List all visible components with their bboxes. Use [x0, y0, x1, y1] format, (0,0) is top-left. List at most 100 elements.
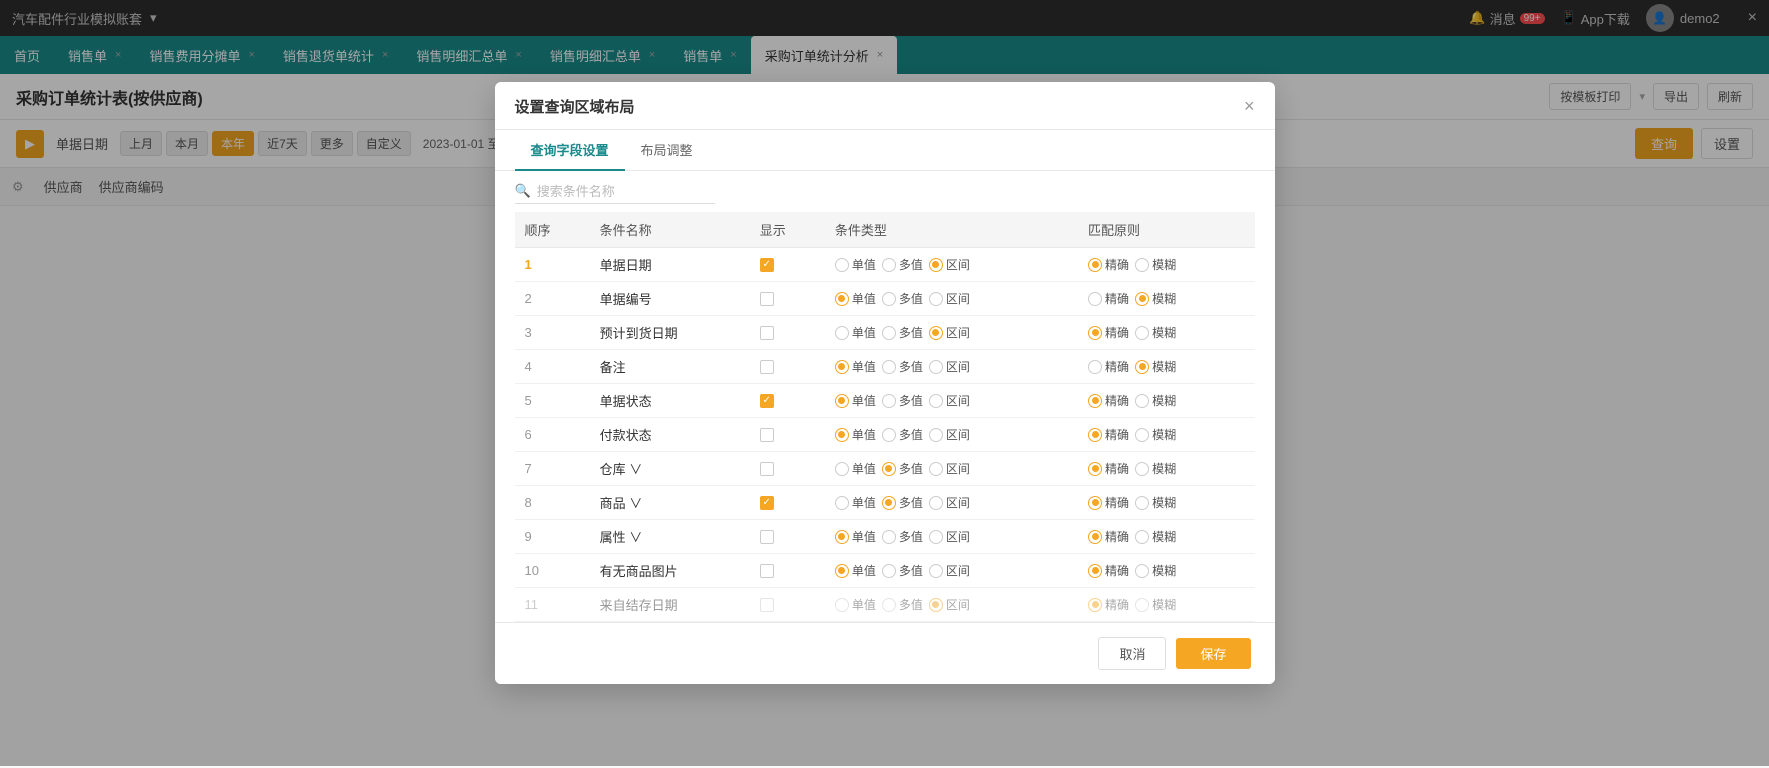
- match-option-0[interactable]: 精确: [1088, 562, 1129, 579]
- show-checkbox[interactable]: [760, 292, 774, 306]
- match-option-1[interactable]: 模糊: [1135, 528, 1176, 545]
- table-row: 5单据状态单值多值区间精确模糊: [515, 384, 1255, 418]
- modal-tab-layout[interactable]: 布局调整: [625, 130, 709, 171]
- type-option-1[interactable]: 多值: [882, 596, 923, 613]
- match-option-1[interactable]: 模糊: [1135, 562, 1176, 579]
- match-option-0[interactable]: 精确: [1088, 596, 1129, 613]
- show-checkbox[interactable]: [760, 326, 774, 340]
- type-option-1[interactable]: 多值: [882, 256, 923, 273]
- search-input[interactable]: [537, 184, 697, 199]
- save-button[interactable]: 保存: [1176, 638, 1250, 669]
- row-match: 精确模糊: [1078, 384, 1254, 418]
- row-type: 单值多值区间: [825, 520, 1078, 554]
- match-option-1[interactable]: 模糊: [1135, 290, 1176, 307]
- type-option-2[interactable]: 区间: [929, 596, 970, 613]
- row-show[interactable]: [750, 452, 825, 486]
- row-show[interactable]: [750, 350, 825, 384]
- type-option-1[interactable]: 多值: [882, 562, 923, 579]
- show-checkbox[interactable]: [760, 360, 774, 374]
- show-checkbox[interactable]: [760, 564, 774, 578]
- row-show[interactable]: [750, 486, 825, 520]
- type-option-2[interactable]: 区间: [929, 290, 970, 307]
- type-option-0[interactable]: 单值: [835, 494, 876, 511]
- row-show[interactable]: [750, 520, 825, 554]
- type-option-2[interactable]: 区间: [929, 324, 970, 341]
- type-option-2[interactable]: 区间: [929, 392, 970, 409]
- match-option-1[interactable]: 模糊: [1135, 358, 1176, 375]
- show-checkbox[interactable]: [760, 428, 774, 442]
- row-show[interactable]: [750, 282, 825, 316]
- show-checkbox[interactable]: [760, 462, 774, 476]
- show-checkbox[interactable]: [760, 394, 774, 408]
- match-option-0[interactable]: 精确: [1088, 358, 1129, 375]
- row-show[interactable]: [750, 554, 825, 588]
- type-option-1[interactable]: 多值: [882, 494, 923, 511]
- type-option-0[interactable]: 单值: [835, 392, 876, 409]
- type-option-2[interactable]: 区间: [929, 562, 970, 579]
- row-order: 1: [515, 248, 590, 282]
- type-option-0[interactable]: 单值: [835, 256, 876, 273]
- row-type: 单值多值区间: [825, 350, 1078, 384]
- match-option-1[interactable]: 模糊: [1135, 460, 1176, 477]
- type-option-0[interactable]: 单值: [835, 460, 876, 477]
- modal-tab-query-fields[interactable]: 查询字段设置: [515, 130, 625, 171]
- type-option-1[interactable]: 多值: [882, 426, 923, 443]
- match-option-0[interactable]: 精确: [1088, 256, 1129, 273]
- type-option-2[interactable]: 区间: [929, 460, 970, 477]
- row-order: 7: [515, 452, 590, 486]
- col-order: 顺序: [515, 212, 590, 248]
- type-option-0[interactable]: 单值: [835, 290, 876, 307]
- match-option-0[interactable]: 精确: [1088, 460, 1129, 477]
- row-show[interactable]: [750, 384, 825, 418]
- type-option-1[interactable]: 多值: [882, 460, 923, 477]
- search-icon: 🔍: [515, 183, 531, 199]
- show-checkbox[interactable]: [760, 496, 774, 510]
- match-option-1[interactable]: 模糊: [1135, 324, 1176, 341]
- row-show[interactable]: [750, 588, 825, 622]
- match-option-0[interactable]: 精确: [1088, 324, 1129, 341]
- table-row: 8商品 ∨单值多值区间精确模糊: [515, 486, 1255, 520]
- modal-overlay: 设置查询区域布局 × 查询字段设置 布局调整 🔍 顺序 条件名称 显示: [0, 0, 1769, 766]
- row-show[interactable]: [750, 418, 825, 452]
- match-option-0[interactable]: 精确: [1088, 426, 1129, 443]
- table-row: 7仓库 ∨单值多值区间精确模糊: [515, 452, 1255, 486]
- type-option-0[interactable]: 单值: [835, 528, 876, 545]
- type-option-0[interactable]: 单值: [835, 324, 876, 341]
- match-option-0[interactable]: 精确: [1088, 290, 1129, 307]
- type-option-0[interactable]: 单值: [835, 562, 876, 579]
- type-option-2[interactable]: 区间: [929, 358, 970, 375]
- type-option-0[interactable]: 单值: [835, 426, 876, 443]
- row-type: 单值多值区间: [825, 384, 1078, 418]
- type-option-2[interactable]: 区间: [929, 528, 970, 545]
- type-option-0[interactable]: 单值: [835, 596, 876, 613]
- match-option-0[interactable]: 精确: [1088, 528, 1129, 545]
- match-option-1[interactable]: 模糊: [1135, 392, 1176, 409]
- match-option-1[interactable]: 模糊: [1135, 256, 1176, 273]
- row-show[interactable]: [750, 248, 825, 282]
- match-option-1[interactable]: 模糊: [1135, 596, 1176, 613]
- type-option-1[interactable]: 多值: [882, 358, 923, 375]
- show-checkbox[interactable]: [760, 598, 774, 612]
- row-condition-name: 付款状态: [590, 418, 750, 452]
- type-option-2[interactable]: 区间: [929, 426, 970, 443]
- row-type: 单值多值区间: [825, 452, 1078, 486]
- type-option-0[interactable]: 单值: [835, 358, 876, 375]
- type-option-1[interactable]: 多值: [882, 324, 923, 341]
- row-condition-name: 来自结存日期: [590, 588, 750, 622]
- type-option-2[interactable]: 区间: [929, 494, 970, 511]
- type-option-1[interactable]: 多值: [882, 290, 923, 307]
- show-checkbox[interactable]: [760, 530, 774, 544]
- row-match: 精确模糊: [1078, 588, 1254, 622]
- type-option-2[interactable]: 区间: [929, 256, 970, 273]
- type-option-1[interactable]: 多值: [882, 528, 923, 545]
- match-option-1[interactable]: 模糊: [1135, 426, 1176, 443]
- cancel-button[interactable]: 取消: [1098, 637, 1166, 670]
- match-option-1[interactable]: 模糊: [1135, 494, 1176, 511]
- match-option-0[interactable]: 精确: [1088, 392, 1129, 409]
- match-option-0[interactable]: 精确: [1088, 494, 1129, 511]
- type-option-1[interactable]: 多值: [882, 392, 923, 409]
- show-checkbox[interactable]: [760, 258, 774, 272]
- table-row: 2单据编号单值多值区间精确模糊: [515, 282, 1255, 316]
- row-show[interactable]: [750, 316, 825, 350]
- modal-close-button[interactable]: ×: [1244, 96, 1255, 129]
